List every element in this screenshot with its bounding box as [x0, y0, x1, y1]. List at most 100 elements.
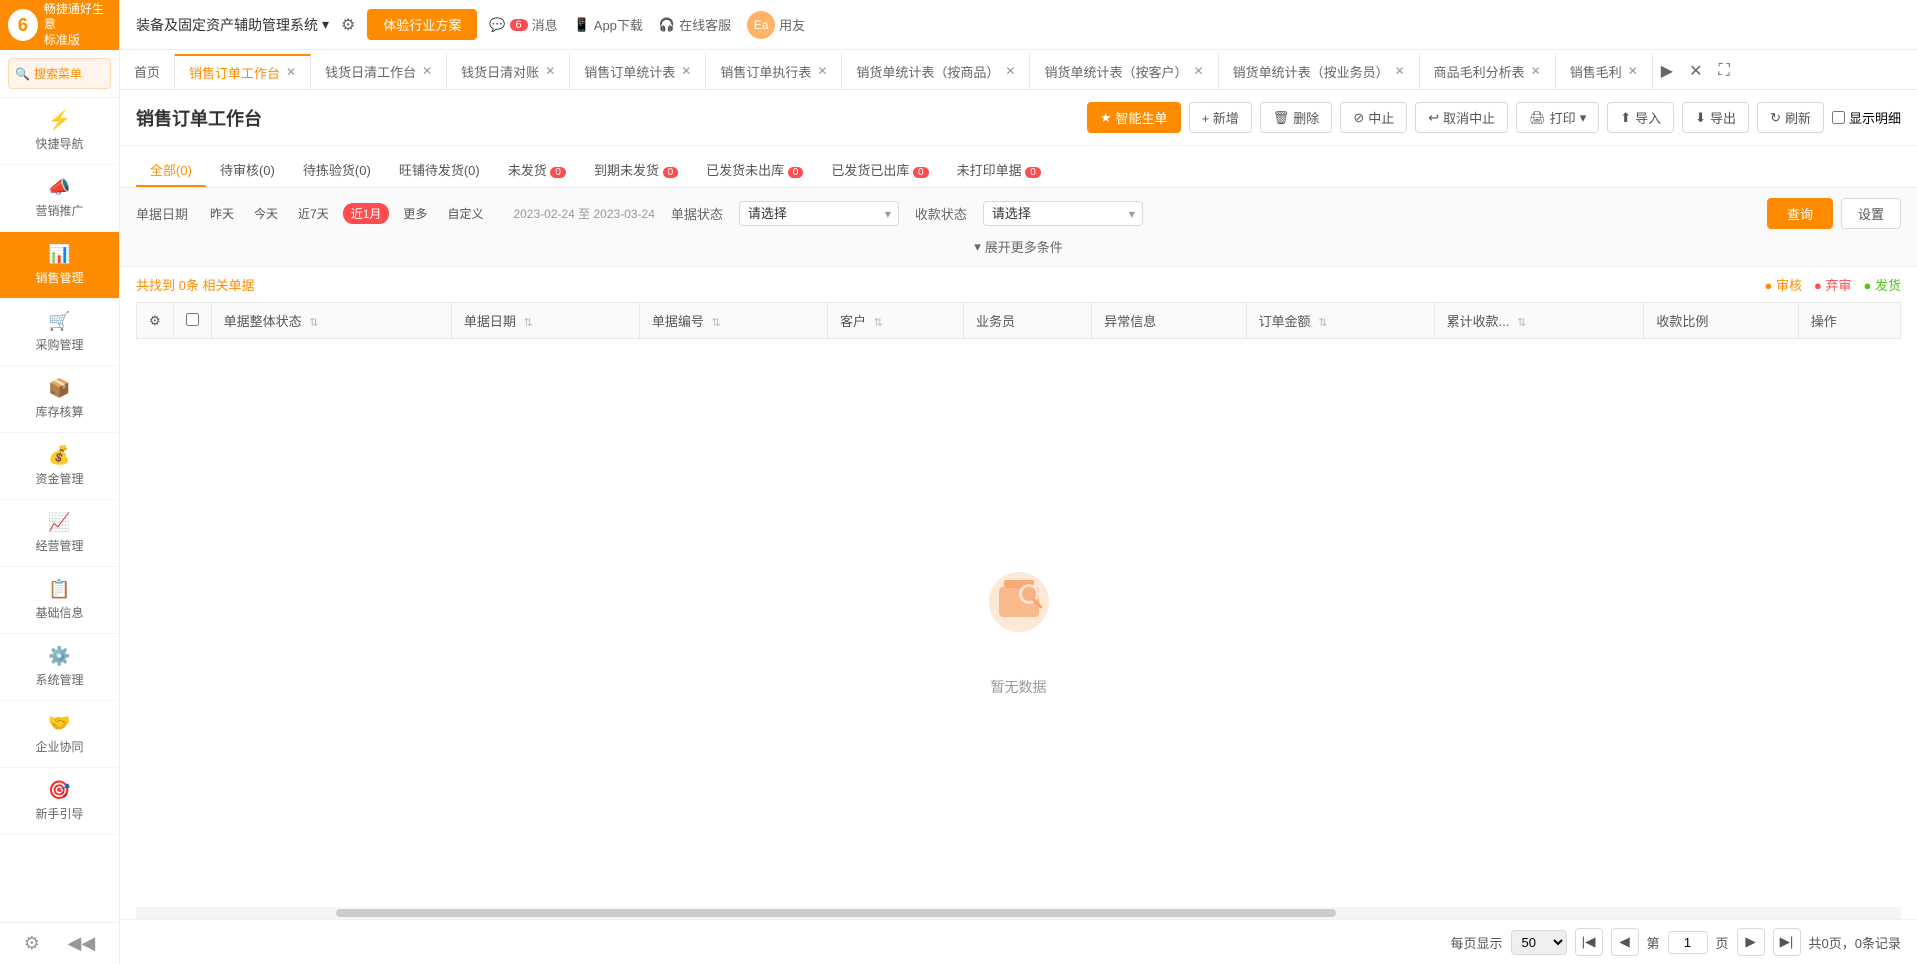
tab-cash-reconcile[interactable]: 钱货日清对账 ✕: [447, 53, 570, 89]
tab-close-all-button[interactable]: ✕: [1681, 53, 1710, 89]
add-button[interactable]: + 新增: [1189, 102, 1252, 133]
tab-sales-stats[interactable]: 销售订单统计表 ✕: [570, 53, 706, 89]
sidebar-item-operations[interactable]: 📈 经营管理: [0, 500, 119, 567]
page-number-input[interactable]: [1668, 931, 1708, 954]
sort-collected-icon[interactable]: ⇅: [1517, 317, 1526, 329]
date-7days-btn[interactable]: 近7天: [292, 203, 335, 224]
sidebar-bottom: ⚙ ◀◀: [0, 922, 119, 964]
sub-tab-shipped-out[interactable]: 已发货已出库 0: [817, 154, 942, 187]
tab-home[interactable]: 首页: [120, 53, 175, 89]
show-detail-checkbox-area[interactable]: 显示明细: [1832, 108, 1901, 127]
sort-customer-icon[interactable]: ⇅: [874, 317, 883, 329]
sub-tab-not-shipped[interactable]: 未发货 0: [494, 154, 580, 187]
tab-close-summary-staff[interactable]: ✕: [1395, 64, 1405, 78]
sidebar-item-purchase[interactable]: 🛒 采购管理: [0, 299, 119, 366]
tab-fullscreen-button[interactable]: ⛶: [1711, 53, 1738, 89]
tab-sales-summary-product[interactable]: 销货单统计表（按商品） ✕: [842, 53, 1030, 89]
smart-create-button[interactable]: ★ 智能生单: [1087, 102, 1181, 133]
search-menu-button[interactable]: 🔍 搜索菜单: [8, 58, 111, 89]
tab-close-gross-profit[interactable]: ✕: [1531, 64, 1541, 78]
last-page-button[interactable]: ▶|: [1773, 928, 1801, 956]
tab-close-cash-reconcile[interactable]: ✕: [545, 64, 555, 78]
tab-close-sales-stats[interactable]: ✕: [681, 64, 691, 78]
delete-button[interactable]: 🗑 删除: [1260, 102, 1333, 133]
status-select[interactable]: 请选择: [739, 201, 899, 226]
sidebar-item-corp[interactable]: 🤝 企业协同: [0, 701, 119, 768]
sidebar-item-quick-nav[interactable]: ⚡ 快捷导航: [0, 98, 119, 165]
user-menu-button[interactable]: Ea 用友: [747, 11, 805, 39]
sort-amount-icon[interactable]: ⇅: [1318, 317, 1327, 329]
app-download-button[interactable]: 📱 App下载: [574, 15, 643, 34]
batch-reject-button[interactable]: ● 弃审: [1814, 275, 1851, 294]
sidebar-item-base[interactable]: 📋 基础信息: [0, 567, 119, 634]
export-button[interactable]: ⬇ 导出: [1682, 102, 1749, 133]
header-settings-icon[interactable]: ⚙: [341, 15, 355, 35]
sub-tab-shipped-not-out[interactable]: 已发货未出库 0: [692, 154, 817, 187]
tab-close-cash-daily[interactable]: ✕: [422, 64, 432, 78]
col-settings[interactable]: ⚙: [137, 303, 174, 339]
page-size-select[interactable]: 50 20 100: [1511, 930, 1567, 955]
filter-settings-button[interactable]: 设置: [1841, 198, 1901, 229]
suspend-button[interactable]: ⊘ 中止: [1340, 102, 1407, 133]
online-service-button[interactable]: 🎧 在线客服: [659, 15, 731, 34]
date-custom-btn[interactable]: 自定义: [441, 203, 489, 224]
sidebar-item-guide[interactable]: 🎯 新手引导: [0, 768, 119, 835]
col-checkbox[interactable]: [173, 303, 211, 339]
tab-sales-summary-staff[interactable]: 销货单统计表（按业务员） ✕: [1219, 53, 1420, 89]
next-page-button[interactable]: ▶: [1737, 928, 1765, 956]
tab-close-sales-gain[interactable]: ✕: [1628, 64, 1638, 78]
payment-select[interactable]: 请选择: [983, 201, 1143, 226]
tab-sales-summary-customer[interactable]: 销货单统计表（按客户） ✕: [1030, 53, 1218, 89]
sub-tab-wangpu-pending[interactable]: 旺铺待发货(0): [385, 154, 494, 187]
scrollbar-thumb[interactable]: [336, 909, 1336, 917]
tab-more-button[interactable]: ▶: [1653, 53, 1681, 89]
first-page-button[interactable]: |◀: [1575, 928, 1603, 956]
page-label: 第: [1647, 933, 1660, 952]
tab-gross-profit[interactable]: 商品毛利分析表 ✕: [1420, 53, 1556, 89]
sub-tab-all[interactable]: 全部(0): [136, 154, 206, 187]
sidebar-item-finance[interactable]: 💰 资金管理: [0, 433, 119, 500]
refresh-button[interactable]: ↻ 刷新: [1757, 102, 1824, 133]
sidebar-item-sales[interactable]: 📊 销售管理: [0, 232, 119, 299]
sub-tab-pending-review[interactable]: 待审核(0): [206, 154, 289, 187]
show-detail-checkbox[interactable]: [1832, 111, 1845, 124]
sort-date-icon[interactable]: ⇅: [523, 317, 532, 329]
message-button[interactable]: 💬 6 消息: [489, 15, 557, 34]
settings-bottom-icon[interactable]: ⚙: [24, 933, 40, 954]
horizontal-scrollbar[interactable]: [136, 907, 1901, 919]
date-today-btn[interactable]: 今天: [248, 203, 284, 224]
cancel-suspend-button[interactable]: ↩ 取消中止: [1415, 102, 1508, 133]
tab-close-sales-exec[interactable]: ✕: [817, 64, 827, 78]
sub-tab-pending-inspect[interactable]: 待拣验货(0): [289, 154, 385, 187]
sidebar-item-system[interactable]: ⚙️ 系统管理: [0, 634, 119, 701]
date-more-btn[interactable]: 更多: [397, 203, 433, 224]
query-button[interactable]: 查询: [1767, 198, 1833, 229]
date-1month-btn[interactable]: 近1月: [343, 203, 390, 224]
sidebar-item-marketing[interactable]: 📣 营销推广: [0, 165, 119, 232]
tab-close-sales-workbench[interactable]: ✕: [286, 65, 296, 79]
sub-tab-overdue-not-shipped[interactable]: 到期未发货 0: [580, 154, 692, 187]
tab-sales-workbench[interactable]: 销售订单工作台 ✕: [175, 54, 311, 90]
tab-cash-daily[interactable]: 钱货日清工作台 ✕: [311, 53, 447, 89]
sidebar-item-inventory[interactable]: 📦 库存核算: [0, 366, 119, 433]
print-button[interactable]: 🖨 打印 ▾: [1516, 102, 1599, 133]
import-button[interactable]: ⬆ 导入: [1607, 102, 1674, 133]
tab-sales-exec[interactable]: 销售订单执行表 ✕: [706, 53, 842, 89]
tab-close-summary-customer[interactable]: ✕: [1194, 64, 1204, 78]
collapse-icon[interactable]: ◀◀: [68, 933, 96, 954]
batch-approve-button[interactable]: ● 审核: [1765, 275, 1802, 294]
system-name-dropdown[interactable]: 装备及固定资产辅助管理系统 ▾: [136, 15, 329, 35]
tab-close-summary-product[interactable]: ✕: [1005, 64, 1015, 78]
date-yesterday-btn[interactable]: 昨天: [204, 203, 240, 224]
user-avatar: Ea: [747, 11, 775, 39]
empty-illustration: [969, 542, 1069, 661]
select-all-checkbox[interactable]: [186, 313, 199, 326]
sort-status-icon[interactable]: ⇅: [309, 317, 318, 329]
prev-page-button[interactable]: ◀: [1611, 928, 1639, 956]
batch-deliver-button[interactable]: ● 发货: [1864, 275, 1901, 294]
filter-expand-button[interactable]: ▾ 展开更多条件: [974, 237, 1063, 256]
tab-sales-gain[interactable]: 销售毛利 ✕: [1556, 53, 1653, 89]
industry-solution-button[interactable]: 体验行业方案: [367, 9, 477, 40]
sub-tab-not-printed[interactable]: 未打印单据 0: [943, 154, 1055, 187]
sort-number-icon[interactable]: ⇅: [712, 317, 721, 329]
